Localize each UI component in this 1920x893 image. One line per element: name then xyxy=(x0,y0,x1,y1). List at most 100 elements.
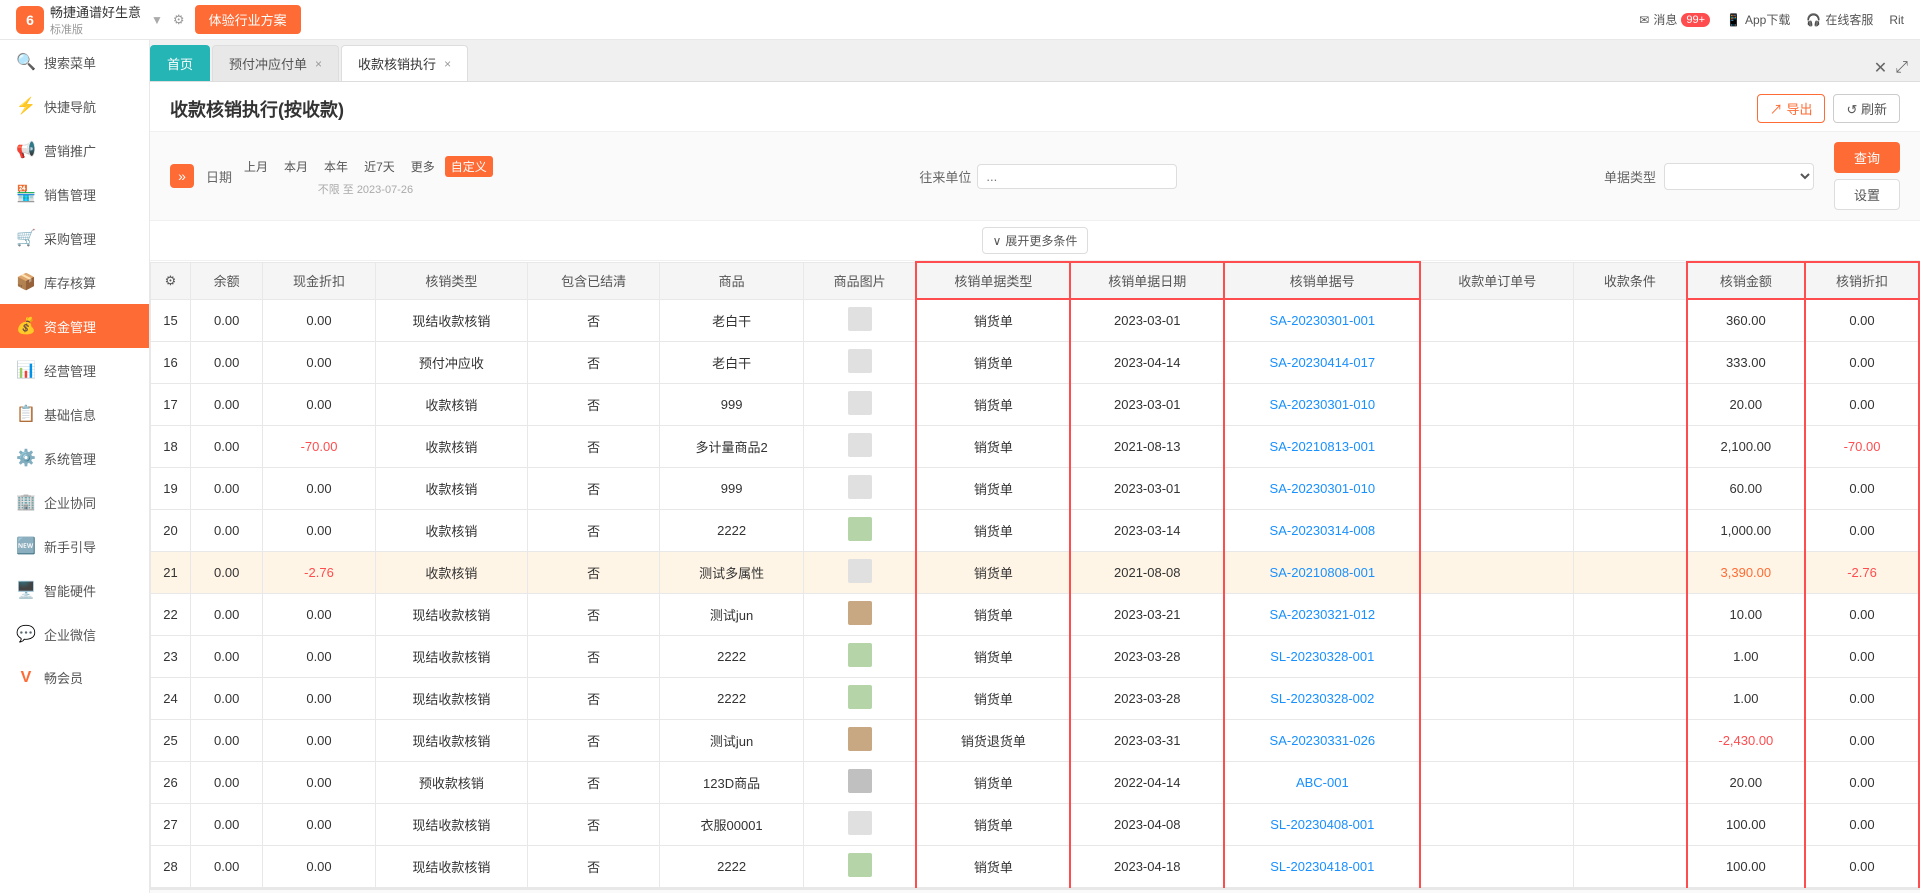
cell-goods-img xyxy=(803,425,916,467)
cell-writeoff-no[interactable]: SA-20230414-017 xyxy=(1224,341,1420,383)
tab-collection[interactable]: 收款核销执行 × xyxy=(341,45,468,81)
sidebar-item-basic[interactable]: 📋 基础信息 xyxy=(0,392,149,436)
table-row: 25 0.00 0.00 现结收款核销 否 测试jun 销货退货单 2023-0… xyxy=(151,719,1920,761)
cell-writeoff-discount: 0.00 xyxy=(1805,509,1919,551)
cell-writeoff-bill-type: 销货单 xyxy=(916,425,1070,467)
settings-icon[interactable]: ⚙ xyxy=(173,12,185,28)
cell-writeoff-no[interactable]: SL-20230328-001 xyxy=(1224,635,1420,677)
cell-writeoff-bill-type: 销货单 xyxy=(916,551,1070,593)
cell-cash-discount: 0.00 xyxy=(263,467,375,509)
sidebar-item-marketing[interactable]: 📢 营销推广 xyxy=(0,128,149,172)
tab-close-btn[interactable]: ✕ xyxy=(1874,58,1887,78)
sidebar-item-wechat[interactable]: 💬 企业微信 xyxy=(0,612,149,656)
date-btn-more[interactable]: 更多 xyxy=(405,156,441,177)
date-btn-this-month[interactable]: 本月 xyxy=(278,156,314,177)
date-btn-custom[interactable]: 自定义 xyxy=(445,156,493,177)
cell-writeoff-date: 2023-03-21 xyxy=(1070,593,1224,635)
col-gear[interactable]: ⚙ xyxy=(151,262,191,299)
filter-settings-btn[interactable]: 设置 xyxy=(1834,179,1900,210)
date-label: 日期 xyxy=(206,167,232,186)
table-row: 27 0.00 0.00 现结收款核销 否 衣服00001 销货单 2023-0… xyxy=(151,803,1920,845)
cell-writeoff-no[interactable]: SA-20230321-012 xyxy=(1224,593,1420,635)
cell-writeoff-no[interactable]: SA-20210813-001 xyxy=(1224,425,1420,467)
export-btn[interactable]: ↗ 导出 xyxy=(1757,94,1826,123)
cell-goods-img xyxy=(803,509,916,551)
sidebar-item-inventory[interactable]: 📦 库存核算 xyxy=(0,260,149,304)
sidebar-item-hardware[interactable]: 🖥️ 智能硬件 xyxy=(0,568,149,612)
sidebar-item-search[interactable]: 🔍 搜索菜单 xyxy=(0,40,149,84)
date-btn-last-month[interactable]: 上月 xyxy=(238,156,274,177)
cell-writeoff-bill-type: 销货单 xyxy=(916,635,1070,677)
app-download-btn[interactable]: 📱 App下载 xyxy=(1726,11,1790,28)
sidebar-label-member: 畅会员 xyxy=(44,668,83,687)
date-btn-7days[interactable]: 近7天 xyxy=(358,156,401,177)
messages-btn[interactable]: ✉ 消息 99+ xyxy=(1639,11,1710,28)
page-title: 收款核销执行(按收款) xyxy=(170,96,344,122)
sales-icon: 🏪 xyxy=(16,184,36,204)
filter-mid: 往来单位 xyxy=(505,164,1592,189)
cell-seq: 17 xyxy=(151,383,191,425)
message-icon: ✉ xyxy=(1639,13,1649,27)
cell-writeoff-no[interactable]: SL-20230408-001 xyxy=(1224,803,1420,845)
cell-writeoff-no[interactable]: SA-20230301-010 xyxy=(1224,467,1420,509)
cell-seq: 25 xyxy=(151,719,191,761)
from-unit-input[interactable] xyxy=(977,164,1177,189)
user-profile[interactable]: Rit xyxy=(1889,13,1904,27)
cell-writeoff-no[interactable]: SA-20230331-026 xyxy=(1224,719,1420,761)
tab-prepay-close[interactable]: × xyxy=(315,57,322,71)
cell-receipt-order-no xyxy=(1420,677,1573,719)
sidebar-item-system[interactable]: ⚙️ 系统管理 xyxy=(0,436,149,480)
cell-receipt-condition xyxy=(1574,509,1687,551)
cell-writeoff-no[interactable]: SA-20210808-001 xyxy=(1224,551,1420,593)
expand-more-btn[interactable]: ∨ 展开更多条件 xyxy=(982,227,1089,254)
tab-home[interactable]: 首页 xyxy=(150,45,210,81)
bill-type-select[interactable] xyxy=(1664,163,1814,190)
industry-btn[interactable]: 体验行业方案 xyxy=(195,5,301,34)
cell-writeoff-type: 现结收款核销 xyxy=(375,677,527,719)
sidebar-item-member[interactable]: V 畅会员 xyxy=(0,656,149,699)
app-selector[interactable]: ▼ xyxy=(151,13,163,27)
sidebar-item-enterprise[interactable]: 🏢 企业协同 xyxy=(0,480,149,524)
cell-balance: 0.00 xyxy=(191,299,263,341)
cell-goods: 123D商品 xyxy=(660,761,803,803)
writeoff-no-link: SL-20230328-002 xyxy=(1270,691,1374,706)
sidebar-label-operations: 经营管理 xyxy=(44,361,96,380)
cell-goods: 测试多属性 xyxy=(660,551,803,593)
writeoff-no-link: SA-20230414-017 xyxy=(1270,355,1376,370)
date-limit: 不限 至 2023-07-26 xyxy=(318,181,413,197)
cell-cash-discount: -70.00 xyxy=(263,425,375,467)
cell-writeoff-type: 现结收款核销 xyxy=(375,635,527,677)
cell-writeoff-amount: 360.00 xyxy=(1687,299,1805,341)
main-layout: 🔍 搜索菜单 ⚡ 快捷导航 📢 营销推广 🏪 销售管理 🛒 采购管理 📦 库存核… xyxy=(0,40,1920,893)
cell-writeoff-no[interactable]: SA-20230314-008 xyxy=(1224,509,1420,551)
cell-goods: 老白干 xyxy=(660,299,803,341)
sidebar-item-purchase[interactable]: 🛒 采购管理 xyxy=(0,216,149,260)
online-service-btn[interactable]: 🎧 在线客服 xyxy=(1806,11,1873,28)
cell-writeoff-amount: 1.00 xyxy=(1687,635,1805,677)
query-btn[interactable]: 查询 xyxy=(1834,142,1900,173)
refresh-btn[interactable]: ↺ 刷新 xyxy=(1833,94,1900,123)
cell-include-settled: 否 xyxy=(528,719,660,761)
tab-prepay[interactable]: 预付冲应付单 × xyxy=(212,45,339,81)
tab-maximize-btn[interactable]: ⤢ xyxy=(1895,59,1908,77)
date-btns-row: 上月 本月 本年 近7天 更多 自定义 xyxy=(238,156,493,177)
sidebar-item-operations[interactable]: 📊 经营管理 xyxy=(0,348,149,392)
sidebar-item-sales[interactable]: 🏪 销售管理 xyxy=(0,172,149,216)
cell-writeoff-no[interactable]: SL-20230328-002 xyxy=(1224,677,1420,719)
sidebar-item-quick-nav[interactable]: ⚡ 快捷导航 xyxy=(0,84,149,128)
filter-toggle-btn[interactable]: » xyxy=(170,164,194,188)
cell-seq: 27 xyxy=(151,803,191,845)
cell-seq: 15 xyxy=(151,299,191,341)
cell-balance: 0.00 xyxy=(191,341,263,383)
cell-writeoff-no[interactable]: SL-20230418-001 xyxy=(1224,845,1420,887)
tab-collection-close[interactable]: × xyxy=(444,57,451,71)
cell-writeoff-no[interactable]: ABC-001 xyxy=(1224,761,1420,803)
cell-receipt-order-no xyxy=(1420,635,1573,677)
cell-writeoff-date: 2023-04-18 xyxy=(1070,845,1224,887)
cell-writeoff-no[interactable]: SA-20230301-001 xyxy=(1224,299,1420,341)
sidebar-item-capital[interactable]: 💰 资金管理 xyxy=(0,304,149,348)
cell-writeoff-no[interactable]: SA-20230301-010 xyxy=(1224,383,1420,425)
date-btn-this-year[interactable]: 本年 xyxy=(318,156,354,177)
writeoff-no-link: ABC-001 xyxy=(1296,775,1349,790)
sidebar-item-guide[interactable]: 🆕 新手引导 xyxy=(0,524,149,568)
